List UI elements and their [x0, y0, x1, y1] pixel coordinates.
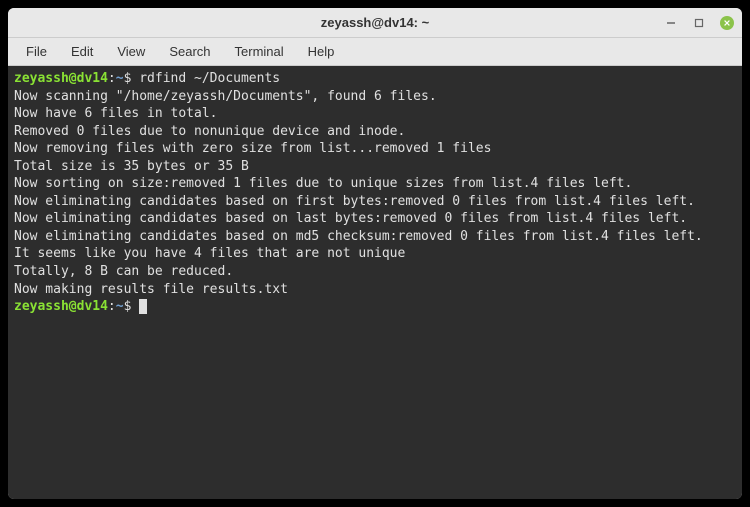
output-line: It seems like you have 4 files that are …: [14, 245, 736, 263]
output-line: Now eliminating candidates based on last…: [14, 210, 736, 228]
prompt-line: zeyassh@dv14:~$ rdfind ~/Documents: [14, 70, 736, 88]
titlebar: zeyassh@dv14: ~: [8, 8, 742, 38]
prompt-sep: :: [108, 71, 116, 86]
window-controls: [664, 16, 734, 30]
prompt-sep: :: [108, 299, 116, 314]
window-title: zeyassh@dv14: ~: [321, 15, 429, 30]
menu-help[interactable]: Help: [298, 40, 345, 63]
prompt-symbol: $: [124, 299, 132, 314]
menubar: File Edit View Search Terminal Help: [8, 38, 742, 66]
prompt-symbol: $: [124, 71, 132, 86]
output-line: Now sorting on size:removed 1 files due …: [14, 175, 736, 193]
output-line: Now scanning "/home/zeyassh/Documents", …: [14, 88, 736, 106]
terminal-window: zeyassh@dv14: ~ File Edit View Search Te…: [8, 8, 742, 499]
output-line: Now removing files with zero size from l…: [14, 140, 736, 158]
menu-search[interactable]: Search: [159, 40, 220, 63]
terminal-pane[interactable]: zeyassh@dv14:~$ rdfind ~/Documents Now s…: [8, 66, 742, 499]
menu-file[interactable]: File: [16, 40, 57, 63]
prompt-line-idle: zeyassh@dv14:~$: [14, 298, 736, 316]
minimize-button[interactable]: [664, 16, 678, 30]
output-line: Removed 0 files due to nonunique device …: [14, 123, 736, 141]
menu-edit[interactable]: Edit: [61, 40, 103, 63]
prompt-path: ~: [116, 71, 124, 86]
output-line: Now have 6 files in total.: [14, 105, 736, 123]
prompt-user: zeyassh@dv14: [14, 299, 108, 314]
output-line: Totally, 8 B can be reduced.: [14, 263, 736, 281]
command-text: rdfind ~/Documents: [139, 71, 280, 86]
close-button[interactable]: [720, 16, 734, 30]
prompt-user: zeyassh@dv14: [14, 71, 108, 86]
maximize-button[interactable]: [692, 16, 706, 30]
menu-view[interactable]: View: [107, 40, 155, 63]
output-line: Now eliminating candidates based on firs…: [14, 193, 736, 211]
cursor-icon: [139, 299, 147, 314]
output-line: Now making results file results.txt: [14, 281, 736, 299]
prompt-path: ~: [116, 299, 124, 314]
output-line: Total size is 35 bytes or 35 B: [14, 158, 736, 176]
output-line: Now eliminating candidates based on md5 …: [14, 228, 736, 246]
menu-terminal[interactable]: Terminal: [225, 40, 294, 63]
